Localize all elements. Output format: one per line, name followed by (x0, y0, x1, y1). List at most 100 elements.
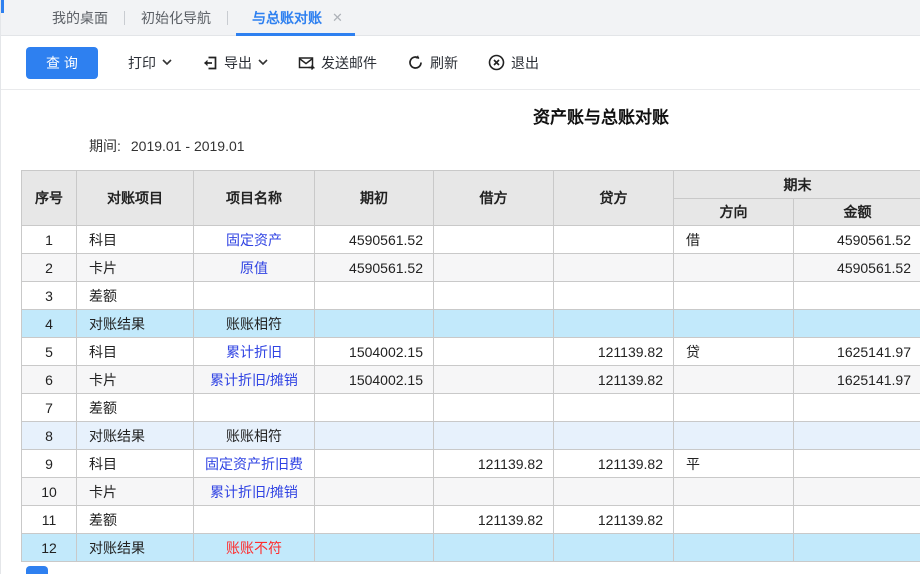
cell-dir (673, 253, 794, 282)
cell-begin (314, 505, 434, 534)
cell-begin (314, 281, 434, 310)
cell-no: 7 (21, 393, 77, 422)
cell-credit (553, 225, 674, 254)
header-amount: 金额 (793, 198, 920, 226)
cell-debit (433, 337, 554, 366)
exit-label: 退出 (511, 54, 539, 71)
print-label: 打印 (128, 54, 156, 71)
tab-ledger-reconciliation[interactable]: 与总账对账 ✕ (228, 0, 357, 36)
item-name-link[interactable]: 固定资产折旧费 (193, 449, 315, 478)
cell-item: 对账结果 (76, 309, 194, 338)
cell-name: 账账不符 (193, 533, 315, 562)
cell-no: 4 (21, 309, 77, 338)
cell-dir (673, 477, 794, 506)
export-icon (202, 55, 218, 71)
header-direction: 方向 (673, 198, 794, 226)
cell-item: 科目 (76, 225, 194, 254)
cell-no: 8 (21, 421, 77, 450)
tab-label: 初始化导航 (141, 9, 211, 26)
cell-name (193, 505, 315, 534)
table-row: 4 对账结果 账账相符 (21, 309, 920, 338)
cell-dir (673, 393, 794, 422)
cell-item: 卡片 (76, 253, 194, 282)
table-row: 5 科目 累计折旧 1504002.15 121139.82 贷 1625141.97 (21, 337, 920, 366)
report-content: 资产账与总账对账 期间: 2019.01 - 2019.01 序号 对账项目 项目… (1, 90, 920, 573)
cell-debit (433, 421, 554, 450)
cell-dir (673, 281, 794, 310)
cell-amount: 4590561.52 (793, 225, 920, 254)
cell-debit (433, 365, 554, 394)
print-button[interactable]: 打印 (128, 53, 172, 73)
cell-no: 9 (21, 449, 77, 478)
header-begin: 期初 (314, 170, 434, 226)
active-tab-underline (236, 32, 355, 36)
header-name: 项目名称 (193, 170, 315, 226)
cell-item: 科目 (76, 337, 194, 366)
cell-amount (793, 477, 920, 506)
cell-begin (314, 533, 434, 562)
cell-amount (793, 449, 920, 478)
cell-dir: 借 (673, 225, 794, 254)
cell-no: 5 (21, 337, 77, 366)
cell-no: 6 (21, 365, 77, 394)
item-name-link[interactable]: 累计折旧/摊销 (193, 365, 315, 394)
cell-credit (553, 393, 674, 422)
cell-item: 差额 (76, 281, 194, 310)
cell-begin: 1504002.15 (314, 337, 434, 366)
item-name-link[interactable]: 原值 (193, 253, 315, 282)
tab-init-navigation[interactable]: 初始化导航 (125, 0, 227, 36)
pagination-fragment[interactable] (26, 566, 48, 574)
cell-credit (553, 281, 674, 310)
cell-item: 差额 (76, 393, 194, 422)
cell-amount: 1625141.97 (793, 337, 920, 366)
header-no: 序号 (21, 170, 77, 226)
cell-no: 11 (21, 505, 77, 534)
cell-amount (793, 281, 920, 310)
query-button[interactable]: 查 询 (26, 46, 98, 79)
close-icon[interactable]: ✕ (332, 10, 343, 26)
cell-item: 对账结果 (76, 421, 194, 450)
cell-debit (433, 309, 554, 338)
cell-name (193, 393, 315, 422)
item-name-link[interactable]: 固定资产 (193, 225, 315, 254)
cell-debit (433, 225, 554, 254)
cell-begin (314, 393, 434, 422)
reconciliation-table: 序号 对账项目 项目名称 期初 借方 贷方 期末 方向 金额 1 科目 固定资产 45… (21, 170, 920, 562)
table-row: 1 科目 固定资产 4590561.52 借 4590561.52 (21, 225, 920, 254)
cell-no: 10 (21, 477, 77, 506)
cell-name (193, 281, 315, 310)
cell-dir (673, 505, 794, 534)
circled-x-icon (488, 54, 505, 71)
table-row: 11 差额 121139.82 121139.82 (21, 505, 920, 534)
item-name-link[interactable]: 累计折旧/摊销 (193, 477, 315, 506)
send-email-button[interactable]: 发送邮件 (298, 53, 377, 73)
cell-amount (793, 533, 920, 562)
exit-button[interactable]: 退出 (488, 53, 539, 73)
export-button[interactable]: 导出 (202, 53, 268, 73)
cell-amount (793, 393, 920, 422)
cell-begin: 4590561.52 (314, 225, 434, 254)
table-row: 3 差额 (21, 281, 920, 310)
header-item: 对账项目 (76, 170, 194, 226)
table-row: 7 差额 (21, 393, 920, 422)
cell-credit (553, 533, 674, 562)
cell-amount: 4590561.52 (793, 253, 920, 282)
cell-begin (314, 421, 434, 450)
cell-debit (433, 253, 554, 282)
chevron-down-icon (162, 59, 172, 66)
cell-dir (673, 533, 794, 562)
tab-label: 我的桌面 (52, 9, 108, 26)
header-credit: 贷方 (553, 170, 674, 226)
table-row: 8 对账结果 账账相符 (21, 421, 920, 450)
cell-begin (314, 309, 434, 338)
cell-amount (793, 421, 920, 450)
tab-my-desktop[interactable]: 我的桌面 (36, 0, 124, 36)
cell-debit (433, 477, 554, 506)
item-name-link[interactable]: 累计折旧 (193, 337, 315, 366)
table-body: 1 科目 固定资产 4590561.52 借 4590561.52 2 卡片 原值 4590561… (21, 225, 920, 562)
cell-credit: 121139.82 (553, 337, 674, 366)
cell-debit (433, 281, 554, 310)
refresh-button[interactable]: 刷新 (407, 53, 458, 73)
cell-no: 12 (21, 533, 77, 562)
cell-debit (433, 393, 554, 422)
